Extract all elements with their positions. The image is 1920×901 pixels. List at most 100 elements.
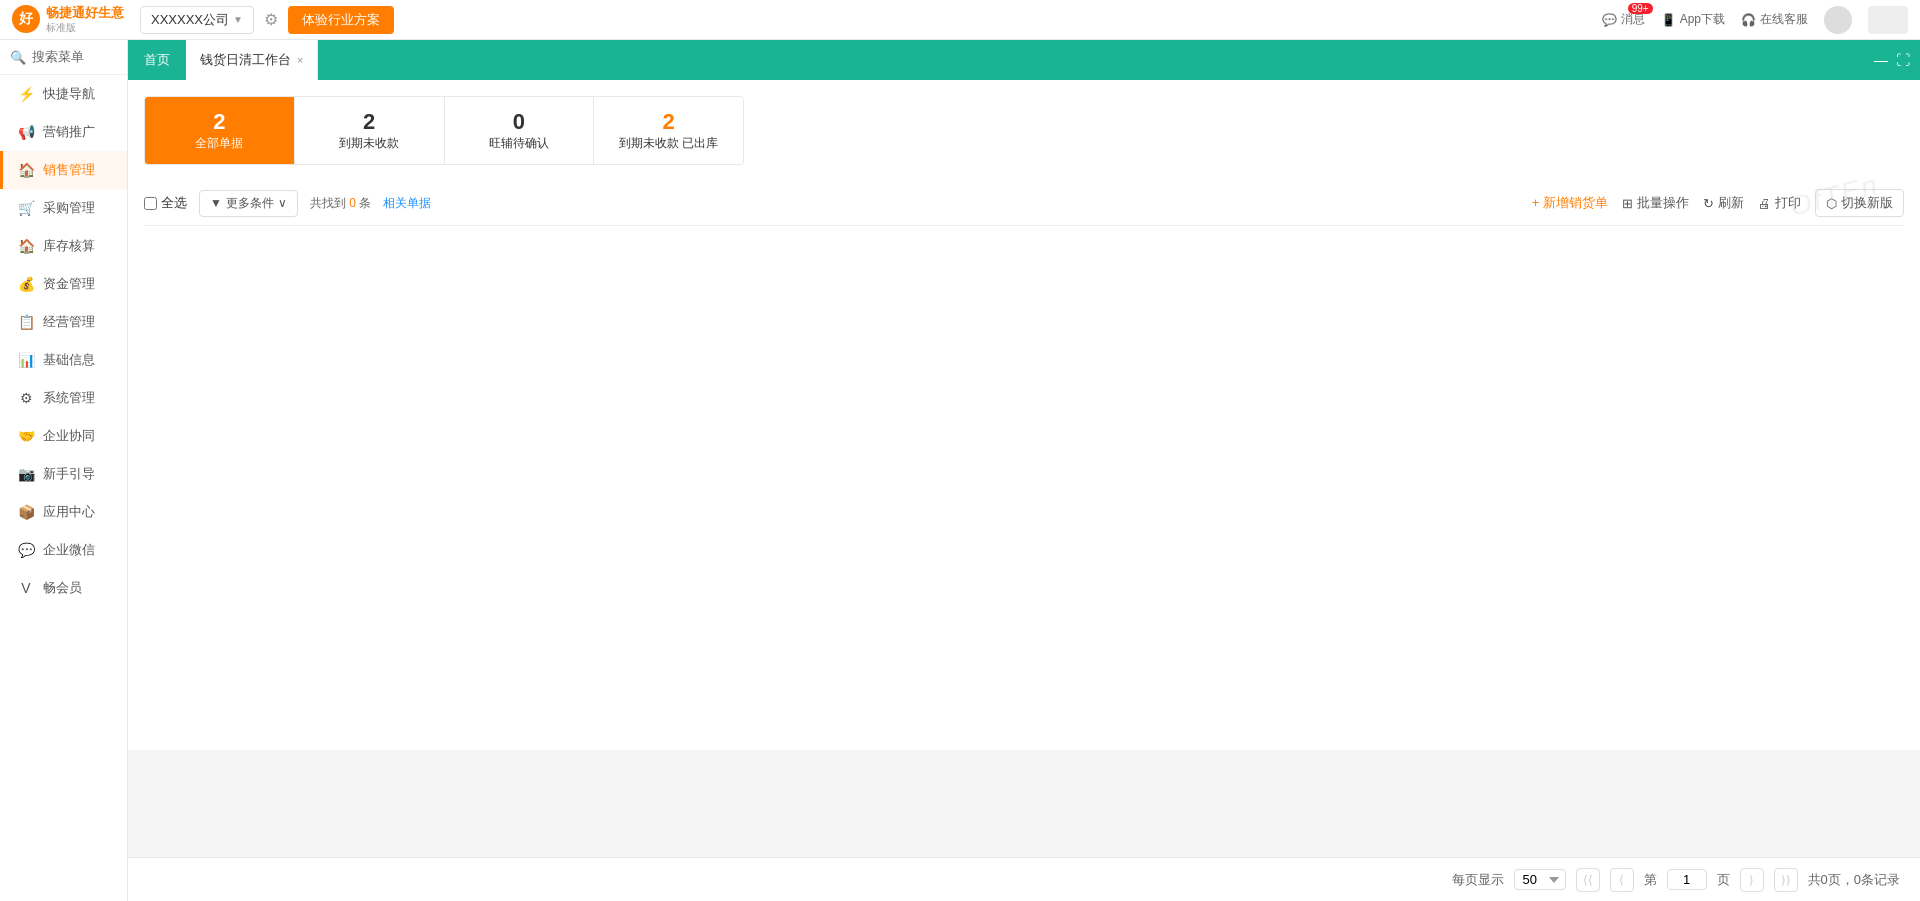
next-page-btn[interactable]: ⟩ [1740,868,1764,892]
sidebar-label-inventory: 库存核算 [43,237,95,255]
app-download-icon: 📱 [1661,13,1676,27]
sidebar-item-guide[interactable]: 📷 新手引导 [0,455,127,493]
batch-btn[interactable]: ⊞ 批量操作 [1622,194,1689,212]
sidebar-item-inventory[interactable]: 🏠 库存核算 [0,227,127,265]
sidebar-item-operation[interactable]: 📋 经营管理 [0,303,127,341]
search-label: 搜索菜单 [32,48,84,66]
sidebar-label-enterprise: 企业协同 [43,427,95,445]
sidebar-label-marketing: 营销推广 [43,123,95,141]
select-all-label: 全选 [161,194,187,212]
stats-tab-out[interactable]: 2 到期未收款 已出库 [594,97,743,164]
pagination: 每页显示 50 100 200 ⟨⟨ ⟨ 第 页 ⟩ ⟩⟩ 共0页，0条记录 [128,857,1920,901]
sidebar-item-system[interactable]: ⚙ 系统管理 [0,379,127,417]
found-suffix: 条 [359,196,371,210]
tab-active-label: 钱货日清工作台 [200,51,291,69]
search-menu[interactable]: 🔍 搜索菜单 [0,40,127,75]
filter-button[interactable]: ▼ 更多条件 ∨ [199,190,298,217]
refresh-btn[interactable]: ↻ 刷新 [1703,194,1744,212]
tab-active[interactable]: 钱货日清工作台 × [186,40,318,80]
sidebar-item-quick-nav[interactable]: ⚡ 快捷导航 [0,75,127,113]
page-label: 第 [1644,871,1657,889]
expand-icon[interactable]: ⛶ [1896,52,1910,68]
stats-label-all: 全部单据 [161,135,278,152]
company-name: XXXXXX公司 [151,11,229,29]
sidebar-item-marketing[interactable]: 📢 营销推广 [0,113,127,151]
empty-area [144,234,1904,734]
tab-bar: 首页 钱货日清工作台 × — ⛶ [128,40,1920,80]
sidebar-icon-basic: 📊 [17,351,35,369]
minimize-icon[interactable]: — [1874,52,1888,68]
sidebar-icon-inventory: 🏠 [17,237,35,255]
message-badge: 99+ [1628,3,1653,14]
switch-version-btn[interactable]: ⬡ 切换新版 [1815,189,1904,217]
online-service-item[interactable]: 🎧 在线客服 [1741,11,1808,28]
sidebar-item-member[interactable]: V 畅会员 [0,569,127,607]
stats-tab-pending[interactable]: 0 旺辅待确认 [445,97,595,164]
print-btn[interactable]: 🖨 打印 [1758,194,1801,212]
headset-icon: 🎧 [1741,13,1756,27]
stats-num-all: 2 [161,109,278,135]
stats-label-overdue: 到期未收款 [311,135,428,152]
search-icon: 🔍 [10,50,26,65]
tab-bar-right: — ⛶ [1874,52,1920,68]
stats-num-pending: 0 [461,109,578,135]
total-label: 共0页，0条记录 [1808,871,1900,889]
app-download-item[interactable]: 📱 App下载 [1661,11,1725,28]
batch-icon: ⊞ [1622,196,1633,211]
add-order-btn[interactable]: + 新增销货单 [1532,194,1608,212]
page-input[interactable] [1667,869,1707,890]
tab-home[interactable]: 首页 [128,40,186,80]
sidebar-icon-guide: 📷 [17,465,35,483]
select-all-checkbox[interactable]: 全选 [144,194,187,212]
sidebar-item-capital[interactable]: 💰 资金管理 [0,265,127,303]
app-version: 标准版 [46,21,124,34]
chevron-down-icon: ▼ [233,14,243,25]
sidebar-item-enterprise[interactable]: 🤝 企业协同 [0,417,127,455]
page-suffix: 页 [1717,871,1730,889]
prev-page-btn[interactable]: ⟨ [1610,868,1634,892]
sidebar-item-sales[interactable]: 🏠 销售管理 [0,151,127,189]
company-selector[interactable]: XXXXXX公司 ▼ [140,6,254,34]
sidebar-label-basic: 基础信息 [43,351,95,369]
user-menu[interactable] [1868,6,1908,34]
tab-close-icon[interactable]: × [297,54,303,66]
message-icon: 💬 [1602,13,1617,27]
sidebar-item-purchase[interactable]: 🛒 采购管理 [0,189,127,227]
switch-icon: ⬡ [1826,196,1837,211]
filter-label: 更多条件 [226,195,274,212]
experience-btn[interactable]: 体验行业方案 [288,6,394,34]
message-item[interactable]: 💬 消息 99+ [1602,11,1645,28]
checkbox-input[interactable] [144,197,157,210]
last-page-btn[interactable]: ⟩⟩ [1774,868,1798,892]
first-page-btn[interactable]: ⟨⟨ [1576,868,1600,892]
stats-tab-all[interactable]: 2 全部单据 [145,97,295,164]
main-content: 2 全部单据 2 到期未收款 0 旺辅待确认 2 到期未收款 已出库 全选 [128,80,1920,901]
sidebar-icon-wechat: 💬 [17,541,35,559]
sidebar-item-basic[interactable]: 📊 基础信息 [0,341,127,379]
avatar[interactable] [1824,6,1852,34]
found-prefix: 共找到 [310,196,346,210]
related-link[interactable]: 相关单据 [383,195,431,212]
stats-tab-overdue[interactable]: 2 到期未收款 [295,97,445,164]
sidebar-icon-system: ⚙ [17,389,35,407]
sidebar-icon-member: V [17,579,35,597]
sidebar-item-wechat[interactable]: 💬 企业微信 [0,531,127,569]
sidebar-label-capital: 资金管理 [43,275,95,293]
stats-num-overdue: 2 [311,109,428,135]
batch-label: 批量操作 [1637,194,1689,212]
per-page-select[interactable]: 50 100 200 [1514,869,1566,890]
sidebar-icon-sales: 🏠 [17,161,35,179]
stats-label-out: 到期未收款 已出库 [610,135,727,152]
sidebar-label-guide: 新手引导 [43,465,95,483]
sidebar-label-member: 畅会员 [43,579,82,597]
toolbar: 全选 ▼ 更多条件 ∨ 共找到 0 条 相关单据 + 新增销货单 ⊞ 批量操作 [144,181,1904,226]
switch-label: 切换新版 [1841,194,1893,212]
sidebar-label-wechat: 企业微信 [43,541,95,559]
settings-icon[interactable]: ⚙ [264,10,278,29]
sidebar-label-operation: 经营管理 [43,313,95,331]
filter-icon: ▼ [210,196,222,210]
sidebar-icon-marketing: 📢 [17,123,35,141]
sidebar-label-purchase: 采购管理 [43,199,95,217]
stats-tabs: 2 全部单据 2 到期未收款 0 旺辅待确认 2 到期未收款 已出库 [144,96,744,165]
sidebar-item-appcenter[interactable]: 📦 应用中心 [0,493,127,531]
